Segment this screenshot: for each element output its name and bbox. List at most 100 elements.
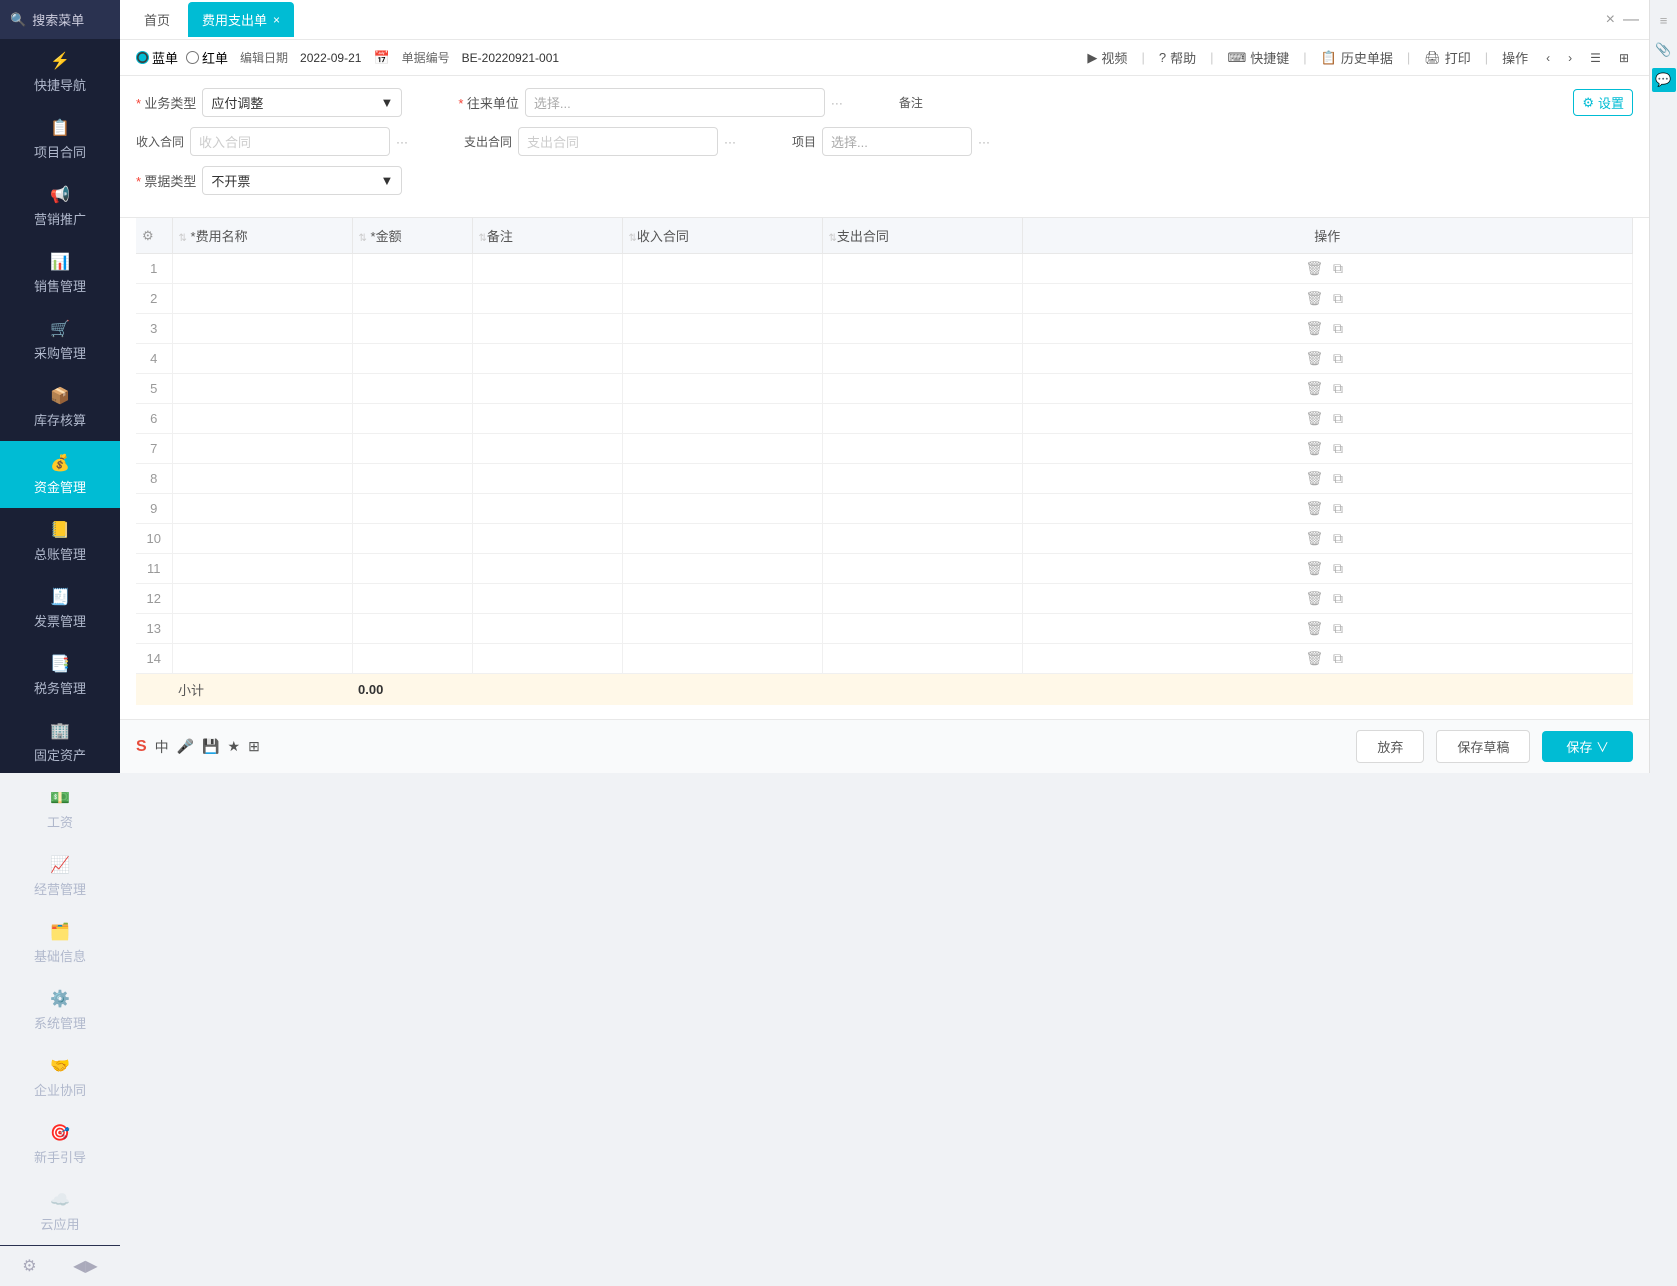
income-contract-7[interactable]: [622, 434, 822, 464]
delete-btn-12[interactable]: 🗑: [1306, 590, 1324, 606]
income-contract-8[interactable]: [622, 464, 822, 494]
expense-name-9[interactable]: [172, 494, 352, 524]
grid-icon-footer[interactable]: ⊞: [248, 738, 260, 755]
notes-4[interactable]: [472, 344, 622, 374]
copy-btn-10[interactable]: ⧉: [1333, 530, 1343, 546]
amount-8[interactable]: [352, 464, 472, 494]
notes-3[interactable]: [472, 314, 622, 344]
grid-view-btn[interactable]: ⊞: [1615, 49, 1633, 67]
notes-14[interactable]: [472, 644, 622, 674]
sidebar-item-sales-promotion[interactable]: 📢 营销推广: [0, 173, 120, 240]
delete-btn-3[interactable]: 🗑: [1306, 320, 1324, 336]
amount-11[interactable]: [352, 554, 472, 584]
print-btn[interactable]: 🖨 打印: [1420, 46, 1475, 69]
delete-btn-11[interactable]: 🗑: [1306, 560, 1324, 576]
expense-contract-input[interactable]: 支出合同: [518, 127, 718, 156]
sidebar-item-purchase-mgmt[interactable]: 🛒 采购管理: [0, 307, 120, 374]
expense-sort[interactable]: ⇅: [829, 233, 837, 244]
amount-4[interactable]: [352, 344, 472, 374]
notes-sort[interactable]: ⇅: [479, 233, 487, 244]
income-contract-dots[interactable]: ···: [396, 135, 408, 149]
expense-contract-9[interactable]: [822, 494, 1022, 524]
sidebar-item-sys-mgmt[interactable]: ⚙️ 系统管理: [0, 977, 120, 1044]
amount-3[interactable]: [352, 314, 472, 344]
copy-btn-4[interactable]: ⧉: [1333, 350, 1343, 366]
notes-2[interactable]: [472, 284, 622, 314]
microphone-icon[interactable]: 🎤: [177, 738, 194, 755]
save-button[interactable]: 保存 ∨: [1542, 731, 1633, 762]
copy-btn-11[interactable]: ⧉: [1333, 560, 1343, 576]
window-minimize-btn[interactable]: —: [1623, 11, 1639, 29]
delete-btn-8[interactable]: 🗑: [1306, 470, 1324, 486]
expense-contract-1[interactable]: [822, 254, 1022, 284]
sidebar-item-basic-info[interactable]: 🗂️ 基础信息: [0, 910, 120, 977]
expense-contract-4[interactable]: [822, 344, 1022, 374]
income-contract-5[interactable]: [622, 374, 822, 404]
expense-name-6[interactable]: [172, 404, 352, 434]
sidebar-item-ops-mgmt[interactable]: 📈 经营管理: [0, 843, 120, 910]
star-icon[interactable]: ★: [228, 738, 241, 755]
sidebar-item-accounting[interactable]: 📒 总账管理: [0, 508, 120, 575]
amount-2[interactable]: [352, 284, 472, 314]
expense-name-11[interactable]: [172, 554, 352, 584]
sidebar-item-inventory[interactable]: 📦 库存核算: [0, 374, 120, 441]
delete-btn-9[interactable]: 🗑: [1306, 500, 1324, 516]
copy-btn-7[interactable]: ⧉: [1333, 440, 1343, 456]
notes-6[interactable]: [472, 404, 622, 434]
settings-icon[interactable]: ⚙: [22, 1256, 36, 1276]
copy-btn-5[interactable]: ⧉: [1333, 380, 1343, 396]
expense-contract-10[interactable]: [822, 524, 1022, 554]
expense-contract-2[interactable]: [822, 284, 1022, 314]
sidebar-item-new-guide[interactable]: 🎯 新手引导: [0, 1111, 120, 1178]
sort-arrows[interactable]: ⇅: [179, 233, 187, 244]
volume-icon[interactable]: ◀▶: [73, 1256, 98, 1276]
notes-9[interactable]: [472, 494, 622, 524]
expense-name-14[interactable]: [172, 644, 352, 674]
sidebar-item-project-contract[interactable]: 📋 项目合同: [0, 106, 120, 173]
tab-close-icon[interactable]: ×: [273, 13, 280, 27]
notes-10[interactable]: [472, 524, 622, 554]
income-contract-11[interactable]: [622, 554, 822, 584]
delete-btn-10[interactable]: 🗑: [1306, 530, 1324, 546]
expense-name-5[interactable]: [172, 374, 352, 404]
history-btn[interactable]: 📋 历史单据: [1317, 46, 1397, 69]
expense-name-2[interactable]: [172, 284, 352, 314]
sidebar-search[interactable]: 🔍 搜索菜单: [0, 0, 120, 39]
copy-btn-9[interactable]: ⧉: [1333, 500, 1343, 516]
notes-1[interactable]: [472, 254, 622, 284]
amount-12[interactable]: [352, 584, 472, 614]
copy-btn-2[interactable]: ⧉: [1333, 290, 1343, 306]
income-contract-9[interactable]: [622, 494, 822, 524]
income-contract-3[interactable]: [622, 314, 822, 344]
expense-name-13[interactable]: [172, 614, 352, 644]
list-view-btn[interactable]: ☰: [1586, 49, 1605, 67]
partner-dots[interactable]: ···: [831, 96, 843, 110]
expense-contract-11[interactable]: [822, 554, 1022, 584]
copy-btn-12[interactable]: ⧉: [1333, 590, 1343, 606]
income-contract-14[interactable]: [622, 644, 822, 674]
expense-name-12[interactable]: [172, 584, 352, 614]
expense-contract-14[interactable]: [822, 644, 1022, 674]
save-icon[interactable]: 💾: [202, 738, 219, 755]
income-sort[interactable]: ⇅: [629, 233, 637, 244]
income-contract-1[interactable]: [622, 254, 822, 284]
right-panel-chat-icon[interactable]: 💬: [1652, 68, 1676, 92]
expense-name-7[interactable]: [172, 434, 352, 464]
sidebar-item-cloud-apps[interactable]: ☁️ 云应用: [0, 1178, 120, 1245]
amount-5[interactable]: [352, 374, 472, 404]
expense-contract-5[interactable]: [822, 374, 1022, 404]
prev-btn[interactable]: ‹: [1542, 49, 1554, 67]
setting-button[interactable]: ⚙ 设置: [1573, 89, 1633, 116]
tab-expense[interactable]: 费用支出单 ×: [188, 2, 294, 37]
amount-sort[interactable]: ⇅: [359, 233, 367, 244]
tab-home[interactable]: 首页: [130, 2, 184, 37]
radio-red-label[interactable]: 红单: [186, 48, 228, 67]
sidebar-item-sales-mgmt[interactable]: 📊 销售管理: [0, 240, 120, 307]
sidebar-item-quick-nav[interactable]: ⚡ 快捷导航: [0, 39, 120, 106]
income-contract-2[interactable]: [622, 284, 822, 314]
save-draft-button[interactable]: 保存草稿: [1436, 730, 1530, 763]
expense-contract-3[interactable]: [822, 314, 1022, 344]
partner-input[interactable]: 选择...: [525, 88, 825, 117]
delete-btn-14[interactable]: 🗑: [1306, 650, 1324, 666]
sidebar-item-payroll[interactable]: 💵 工资: [0, 776, 120, 843]
